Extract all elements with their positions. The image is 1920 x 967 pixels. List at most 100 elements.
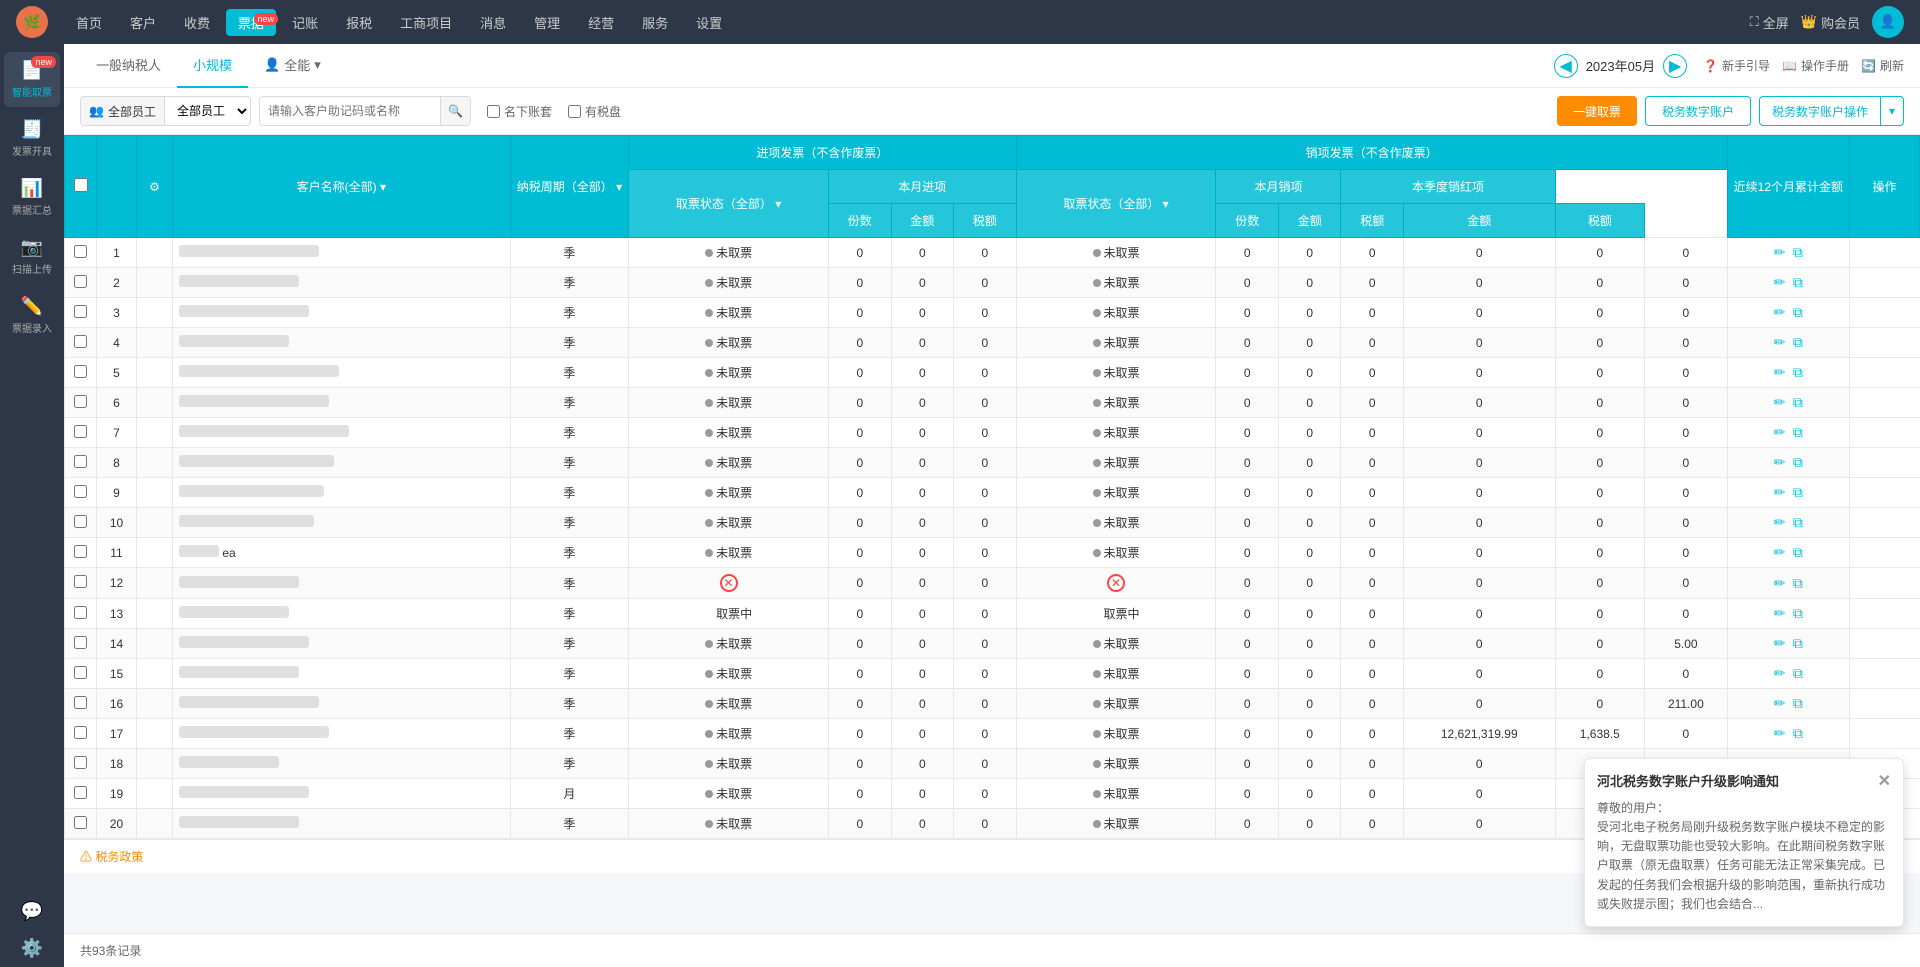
row-check-input[interactable] [74,726,87,739]
copy-icon[interactable]: ⧉ [1793,725,1803,741]
edit-icon[interactable]: ✏ [1774,394,1786,410]
row-check-input[interactable] [74,245,87,258]
copy-icon[interactable]: ⧉ [1793,484,1803,500]
sidebar-item-invoice-summary[interactable]: 📊 票据汇总 [4,170,60,225]
edit-icon[interactable]: ✏ [1774,575,1786,591]
row-check-input[interactable] [74,606,87,619]
edit-icon[interactable]: ✏ [1774,635,1786,651]
edit-icon[interactable]: ✏ [1774,424,1786,440]
edit-icon[interactable]: ✏ [1774,244,1786,260]
subledger-checkbox[interactable] [487,105,500,118]
row-check-input[interactable] [74,485,87,498]
tax-disk-checkbox[interactable] [568,105,581,118]
income-status-filter[interactable]: ▾ [775,197,781,211]
notification-close-btn[interactable]: ✕ [1878,771,1891,791]
setting-gear-icon[interactable]: ⚙ [149,180,160,194]
buy-member-btn[interactable]: 👑 购会员 [1801,13,1860,32]
copy-icon[interactable]: ⧉ [1793,514,1803,530]
copy-icon[interactable]: ⧉ [1793,635,1803,651]
row-check-input[interactable] [74,545,87,558]
nav-operation[interactable]: 经营 [576,9,626,36]
row-check-input[interactable] [74,395,87,408]
edit-icon[interactable]: ✏ [1774,605,1786,621]
nav-home[interactable]: 首页 [64,9,114,36]
digital-account-btn[interactable]: 税务数字账户 [1645,96,1751,126]
row-check-input[interactable] [74,365,87,378]
sidebar-item-scan-upload[interactable]: 📷 扫描上传 [4,229,60,284]
period-filter-icon[interactable]: ▾ [616,180,622,194]
row-check-input[interactable] [74,455,87,468]
copy-icon[interactable]: ⧉ [1793,274,1803,290]
employee-dropdown[interactable]: 全部员工 [165,97,250,125]
copy-icon[interactable]: ⧉ [1793,544,1803,560]
edit-icon[interactable]: ✏ [1774,304,1786,320]
row-check-input[interactable] [74,816,87,829]
sidebar-item-smart-ticket[interactable]: 📄 智能取票 new [4,52,60,107]
manual-btn[interactable]: 📖 操作手册 [1782,57,1849,74]
row-check-input[interactable] [74,756,87,769]
copy-icon[interactable]: ⧉ [1793,454,1803,470]
edit-icon[interactable]: ✏ [1774,334,1786,350]
copy-icon[interactable]: ⧉ [1793,605,1803,621]
copy-icon[interactable]: ⧉ [1793,364,1803,380]
next-month-btn[interactable]: ▶ [1663,54,1687,78]
copy-icon[interactable]: ⧉ [1793,334,1803,350]
sidebar-item-message[interactable]: 💬 [4,893,60,930]
row-check-input[interactable] [74,335,87,348]
edit-icon[interactable]: ✏ [1774,725,1786,741]
copy-icon[interactable]: ⧉ [1793,665,1803,681]
select-all-checkbox[interactable] [74,178,88,192]
user-avatar[interactable]: 👤 [1872,6,1904,38]
edit-icon[interactable]: ✏ [1774,544,1786,560]
edit-icon[interactable]: ✏ [1774,364,1786,380]
nav-message[interactable]: 消息 [468,9,518,36]
nav-business[interactable]: 工商项目 [388,9,464,36]
checkbox-tax-disk[interactable]: 有税盘 [568,103,621,120]
row-check-input[interactable] [74,575,87,588]
row-check-input[interactable] [74,425,87,438]
sidebar-item-invoice-entry[interactable]: ✏️ 票据录入 [4,288,60,343]
row-check-input[interactable] [74,666,87,679]
nav-service[interactable]: 服务 [630,9,680,36]
copy-icon[interactable]: ⧉ [1793,424,1803,440]
row-check-input[interactable] [74,305,87,318]
copy-icon[interactable]: ⧉ [1793,575,1803,591]
digital-ops-arrow-btn[interactable]: ▾ [1880,96,1904,126]
edit-icon[interactable]: ✏ [1774,484,1786,500]
checkbox-subledger[interactable]: 名下账套 [487,103,552,120]
nav-bookkeeping[interactable]: 记账 [280,9,330,36]
row-check-input[interactable] [74,636,87,649]
new-guide-btn[interactable]: ❓ 新手引导 [1703,57,1770,74]
nav-settings[interactable]: 设置 [684,9,734,36]
copy-icon[interactable]: ⧉ [1793,244,1803,260]
edit-icon[interactable]: ✏ [1774,665,1786,681]
tab-small-scale[interactable]: 小规模 [177,44,248,88]
sidebar-item-invoice-issue[interactable]: 🧾 发票开具 [4,111,60,166]
search-button[interactable]: 🔍 [440,96,470,126]
row-check-input[interactable] [74,275,87,288]
edit-icon[interactable]: ✏ [1774,454,1786,470]
copy-icon[interactable]: ⧉ [1793,695,1803,711]
copy-icon[interactable]: ⧉ [1793,394,1803,410]
edit-icon[interactable]: ✏ [1774,514,1786,530]
search-input[interactable] [260,97,440,125]
sidebar-item-settings[interactable]: ⚙️ [4,930,60,967]
fullscreen-btn[interactable]: ⛶ 全屏 [1750,13,1789,32]
nav-tax[interactable]: 报税 [334,9,384,36]
digital-ops-main-btn[interactable]: 税务数字账户操作 [1759,96,1880,126]
tab-general-taxpayer[interactable]: 一般纳税人 [80,44,177,88]
name-filter-icon[interactable]: ▾ [380,180,386,194]
nav-client[interactable]: 客户 [118,9,168,36]
row-check-input[interactable] [74,515,87,528]
nav-fee[interactable]: 收费 [172,9,222,36]
refresh-btn[interactable]: 🔄 刷新 [1861,57,1904,74]
prev-month-btn[interactable]: ◀ [1554,54,1578,78]
row-check-input[interactable] [74,696,87,709]
edit-icon[interactable]: ✏ [1774,274,1786,290]
sales-status-filter[interactable]: ▾ [1163,197,1169,211]
employee-select[interactable]: 👥 全部员工 全部员工 [80,96,251,126]
tab-all[interactable]: 👤 全能 ▾ [248,44,337,88]
one-click-fetch-btn[interactable]: 一键取票 [1557,96,1637,126]
row-check-input[interactable] [74,786,87,799]
copy-icon[interactable]: ⧉ [1793,304,1803,320]
